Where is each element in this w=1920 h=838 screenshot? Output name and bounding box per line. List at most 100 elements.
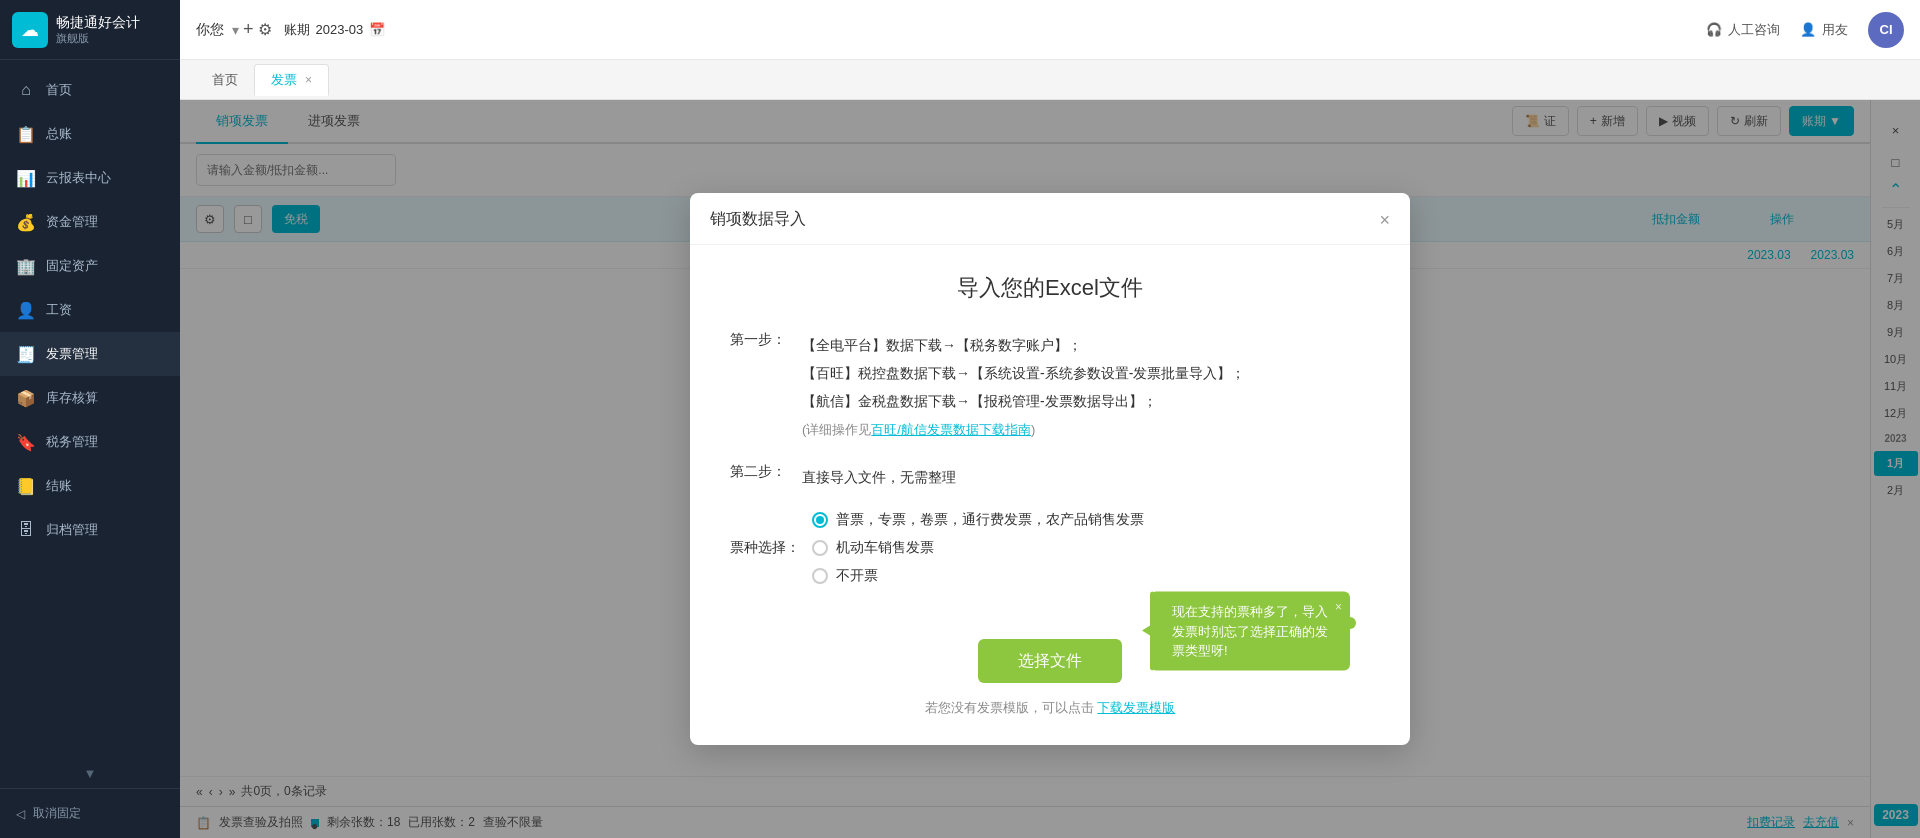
sidebar-item-invoice[interactable]: 🧾 发票管理	[0, 332, 180, 376]
tab-home-label: 首页	[212, 71, 238, 89]
sidebar-label-tax: 税务管理	[46, 433, 98, 451]
logo-sub: 旗舰版	[56, 31, 140, 46]
cancel-pin-icon: ◁	[16, 807, 25, 821]
period-label: 账期	[284, 21, 310, 39]
radio-motor-label: 机动车销售发票	[836, 539, 934, 557]
sidebar-item-ledger[interactable]: 📋 总账	[0, 112, 180, 156]
logo-icon: ☁	[12, 12, 48, 48]
radio-options: 普票，专票，卷票，通行费发票，农产品销售发票 机动车销售发票 不开票	[812, 511, 1144, 585]
modal-title: 销项数据导入	[710, 209, 806, 230]
asset-icon: 🏢	[16, 256, 36, 276]
modal-main-title: 导入您的Excel文件	[730, 273, 1370, 303]
sidebar-label-reports: 云报表中心	[46, 169, 111, 187]
topbar: 你您 ▾ + ⚙ 账期 2023-03 📅 🎧 人工咨询 👤 用友	[180, 0, 1920, 60]
tabbar: 首页 发票 ×	[180, 60, 1920, 100]
radio-motor[interactable]: 机动车销售发票	[812, 539, 1144, 557]
radio-general[interactable]: 普票，专票，卷票，通行费发票，农产品销售发票	[812, 511, 1144, 529]
sidebar-item-tax[interactable]: 🔖 税务管理	[0, 420, 180, 464]
topbar-account: 你您 ▾	[196, 21, 239, 39]
radio-general-label: 普票，专票，卷票，通行费发票，农产品销售发票	[836, 511, 1144, 529]
sidebar-label-invoice: 发票管理	[46, 345, 98, 363]
radio-no-invoice[interactable]: 不开票	[812, 567, 1144, 585]
logo-title: 畅捷通好会计	[56, 13, 140, 31]
tooltip-bar	[1150, 592, 1153, 671]
tab-invoice-close-icon[interactable]: ×	[305, 73, 312, 87]
content-area: 销项发票 进项发票 📜 证 + 新增	[180, 100, 1920, 838]
modal-body: 导入您的Excel文件 第一步： 【全电平台】数据下载→【税务数字账户】； 【百…	[690, 245, 1410, 623]
sidebar: ☁ 畅捷通好会计 旗舰版 ⌂ 首页 📋 总账 📊 云报表中心 💰 资金管理	[0, 0, 180, 838]
wage-icon: 👤	[16, 300, 36, 320]
user-label: 用友	[1822, 21, 1848, 39]
invoice-icon: 🧾	[16, 344, 36, 364]
tab-invoice-label: 发票	[271, 71, 297, 89]
tooltip-close-icon[interactable]: ×	[1335, 598, 1342, 616]
sidebar-label-fund: 资金管理	[46, 213, 98, 231]
topbar-plus-icon[interactable]: +	[243, 19, 254, 40]
sidebar-item-archive[interactable]: 🗄 归档管理	[0, 508, 180, 552]
radio-motor-circle	[812, 540, 828, 556]
modal-footer-note: 若您没有发票模版，可以点击 下载发票模版	[925, 699, 1176, 717]
modal-overlay: 销项数据导入 × 导入您的Excel文件 第一步： 【全电平台】数据下载→【税务…	[180, 100, 1920, 838]
tab-home[interactable]: 首页	[196, 64, 254, 96]
user-icon: 👤	[1800, 22, 1816, 37]
period-value: 2023-03	[316, 22, 364, 37]
sidebar-label-settle: 结账	[46, 477, 72, 495]
step1-label: 第一步：	[730, 331, 786, 443]
download-template-link[interactable]: 下载发票模版	[1097, 700, 1175, 715]
account-chevron-icon[interactable]: ▾	[232, 22, 239, 38]
radio-no-invoice-label: 不开票	[836, 567, 878, 585]
sidebar-logo: ☁ 畅捷通好会计 旗舰版	[0, 0, 180, 60]
home-icon: ⌂	[16, 80, 36, 100]
sidebar-label-asset: 固定资产	[46, 257, 98, 275]
topbar-consult[interactable]: 🎧 人工咨询	[1706, 21, 1780, 39]
radio-general-circle	[812, 512, 828, 528]
step2: 第二步： 直接导入文件，无需整理	[730, 463, 1370, 491]
step1-line-2: 【百旺】税控盘数据下载→【系统设置-系统参数设置-发票批量导入】；	[802, 359, 1245, 387]
reports-icon: 📊	[16, 168, 36, 188]
sidebar-label-ledger: 总账	[46, 125, 72, 143]
sidebar-label-wage: 工资	[46, 301, 72, 319]
topbar-period: 账期 2023-03 📅	[284, 21, 386, 39]
step2-label: 第二步：	[730, 463, 786, 491]
tab-invoice[interactable]: 发票 ×	[254, 64, 329, 96]
tax-icon: 🔖	[16, 432, 36, 452]
sidebar-item-asset[interactable]: 🏢 固定资产	[0, 244, 180, 288]
sidebar-label-archive: 归档管理	[46, 521, 98, 539]
modal-header: 销项数据导入 ×	[690, 193, 1410, 245]
radio-no-invoice-circle	[812, 568, 828, 584]
sidebar-footer: ◁ 取消固定	[0, 788, 180, 838]
step1-link-anchor[interactable]: 百旺/航信发票数据下载指南	[871, 422, 1031, 437]
sidebar-label-inventory: 库存核算	[46, 389, 98, 407]
sidebar-item-home[interactable]: ⌂ 首页	[0, 68, 180, 112]
step1: 第一步： 【全电平台】数据下载→【税务数字账户】； 【百旺】税控盘数据下载→【系…	[730, 331, 1370, 443]
step2-content: 直接导入文件，无需整理	[802, 463, 956, 491]
avatar: CI	[1868, 12, 1904, 48]
consult-label: 人工咨询	[1728, 21, 1780, 39]
topbar-user[interactable]: 👤 用友	[1800, 21, 1848, 39]
sidebar-footer-cancel[interactable]: ◁ 取消固定	[16, 799, 164, 828]
sidebar-item-fund[interactable]: 💰 资金管理	[0, 200, 180, 244]
headset-icon: 🎧	[1706, 22, 1722, 37]
tooltip-text: 现在支持的票种多了，导入发票时别忘了选择正确的发票类型呀!	[1164, 602, 1336, 661]
sidebar-item-wage[interactable]: 👤 工资	[0, 288, 180, 332]
modal-close-button[interactable]: ×	[1379, 211, 1390, 229]
sidebar-nav: ⌂ 首页 📋 总账 📊 云报表中心 💰 资金管理 🏢 固定资产 👤 工资	[0, 60, 180, 758]
sidebar-item-settle[interactable]: 📒 结账	[0, 464, 180, 508]
avatar-initials: CI	[1880, 22, 1893, 37]
period-calendar-icon[interactable]: 📅	[369, 22, 385, 37]
tooltip-bubble: 现在支持的票种多了，导入发票时别忘了选择正确的发票类型呀! ×	[1150, 592, 1350, 671]
fund-icon: 💰	[16, 212, 36, 232]
sidebar-item-reports[interactable]: 📊 云报表中心	[0, 156, 180, 200]
ledger-icon: 📋	[16, 124, 36, 144]
import-modal: 销项数据导入 × 导入您的Excel文件 第一步： 【全电平台】数据下载→【税务…	[690, 193, 1410, 745]
sidebar-scroll-down[interactable]: ▼	[0, 758, 180, 788]
ticket-type-group: 票种选择： 普票，专票，卷票，通行费发票，农产品销售发票 机动车销售发票	[730, 511, 1370, 585]
archive-icon: 🗄	[16, 520, 36, 540]
settle-icon: 📒	[16, 476, 36, 496]
ticket-label: 票种选择：	[730, 539, 800, 557]
sidebar-item-inventory[interactable]: 📦 库存核算	[0, 376, 180, 420]
select-file-button[interactable]: 选择文件	[978, 639, 1122, 683]
topbar-gear-icon[interactable]: ⚙	[258, 20, 272, 39]
step1-content: 【全电平台】数据下载→【税务数字账户】； 【百旺】税控盘数据下载→【系统设置-系…	[802, 331, 1245, 443]
account-name: 你您	[196, 21, 224, 39]
